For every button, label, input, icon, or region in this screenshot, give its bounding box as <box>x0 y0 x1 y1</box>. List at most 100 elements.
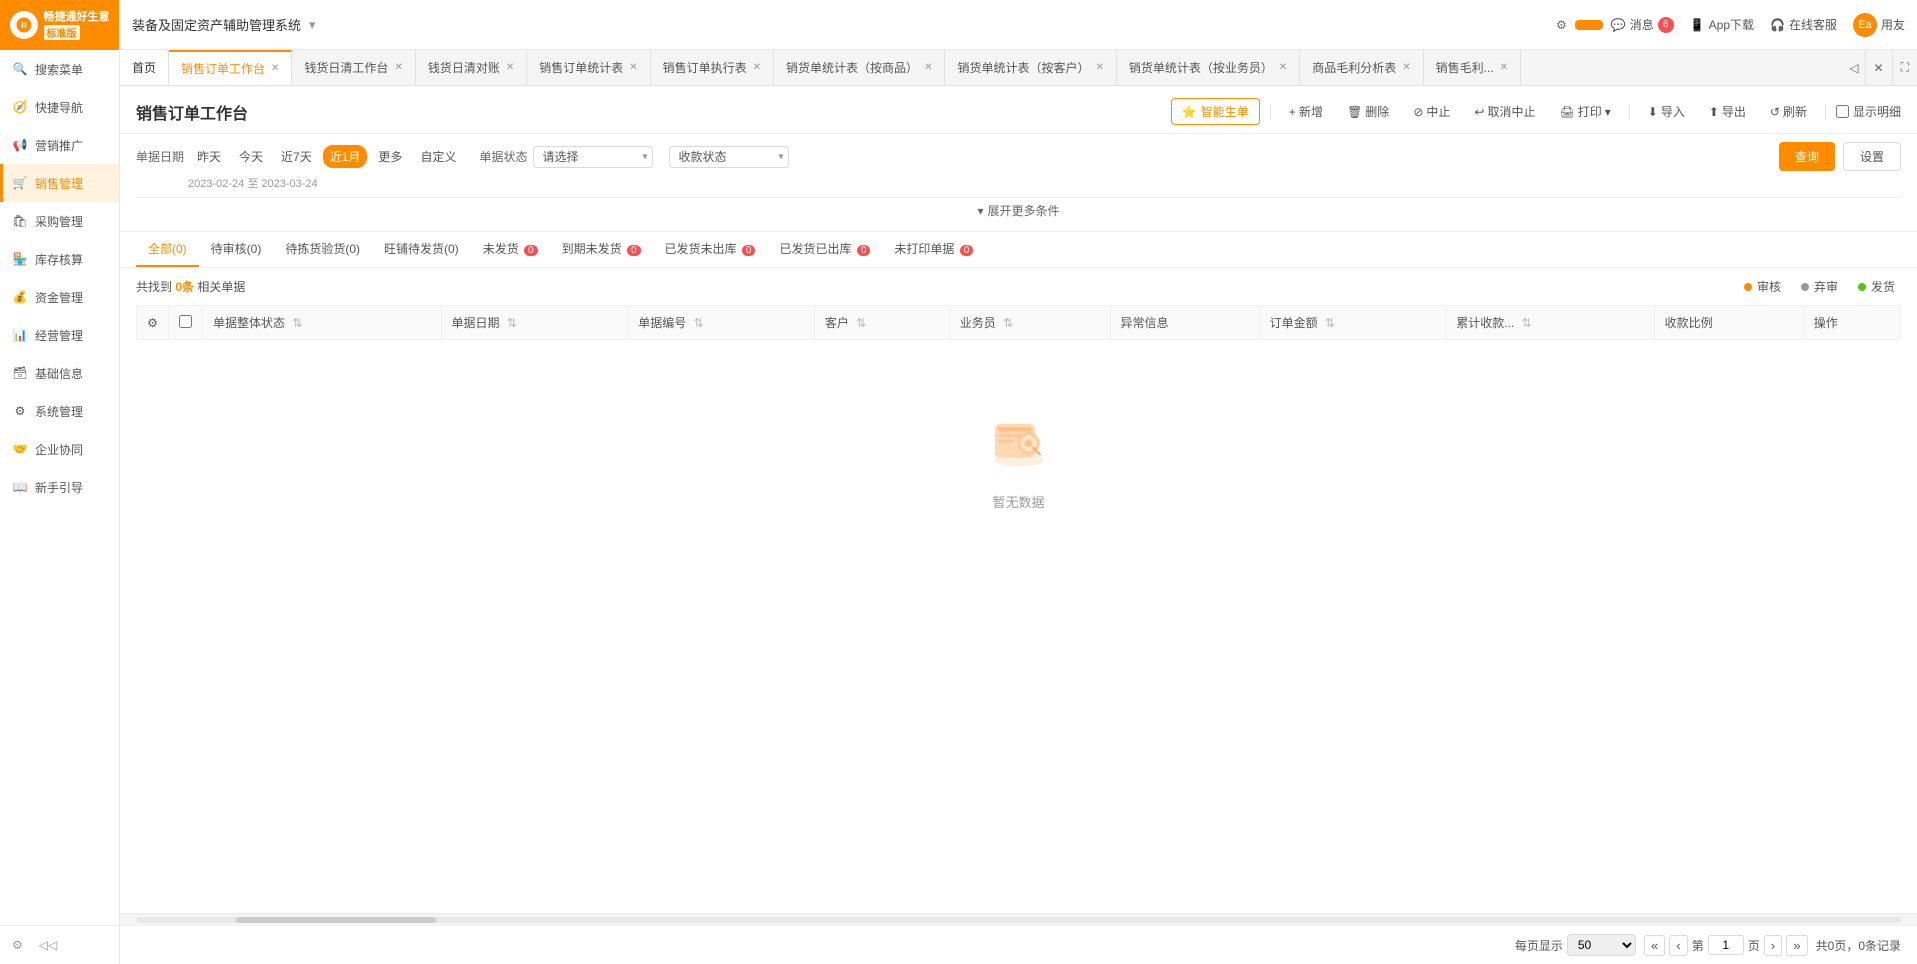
print-btn[interactable]: 🖨 打印 ▾ <box>1551 99 1618 124</box>
page-size-select[interactable]: 50 100 200 <box>1567 934 1636 956</box>
date-btn-custom[interactable]: 自定义 <box>413 145 463 168</box>
tab-sales-stat-close[interactable]: ✕ <box>629 62 637 73</box>
tab-sales-customer-close[interactable]: ✕ <box>1095 62 1103 73</box>
tab-cash-reconcile[interactable]: 钱货日清对账 ✕ <box>416 50 527 86</box>
revoke-btn[interactable]: 弃审 <box>1795 276 1844 297</box>
sub-tab-pending-pick[interactable]: 待拣货验货(0) <box>273 232 372 267</box>
tab-sales-salesman[interactable]: 销货单统计表（按业务员） ✕ <box>1117 50 1300 86</box>
sidebar-settings-btn[interactable]: ⚙ <box>8 934 27 956</box>
tab-sales-exec[interactable]: 销售订单执行表 ✕ <box>651 50 774 86</box>
next-page-btn[interactable]: › <box>1764 935 1782 956</box>
import-btn[interactable]: ⬇ 导入 <box>1640 99 1693 124</box>
sidebar-item-stock[interactable]: 🏪 库存核算 <box>0 240 119 278</box>
sub-tab-wangpu[interactable]: 旺铺待发货(0) <box>372 232 471 267</box>
sidebar-collapse-btn[interactable]: ◁◁ <box>35 934 61 956</box>
sub-tab-shipped-out[interactable]: 已发货已出库 0 <box>767 232 882 267</box>
app-download-btn[interactable]: 📱 App下载 <box>1690 16 1754 33</box>
prev-page-btn[interactable]: ‹ <box>1669 935 1687 956</box>
table-head: ⚙ 单据整体状态 ⇅ 单据日期 ⇅ <box>137 306 1901 340</box>
sidebar-item-sales[interactable]: 🛒 销售管理 <box>0 164 119 202</box>
sidebar-item-search[interactable]: 🔍 搜索菜单 <box>0 50 119 88</box>
col-amount-sort[interactable]: ⇅ <box>1325 316 1335 330</box>
sub-tab-unprinted[interactable]: 未打印单据 0 <box>882 232 985 267</box>
tab-fullscreen-btn[interactable]: ⛶ <box>1892 50 1917 86</box>
date-btn-today[interactable]: 今天 <box>232 145 270 168</box>
new-btn[interactable]: + 新增 <box>1281 99 1331 124</box>
tab-close-all-btn[interactable]: ✕ <box>1865 50 1892 86</box>
message-label: 消息 <box>1630 16 1654 33</box>
sidebar-item-guide[interactable]: 📖 新手引导 <box>0 468 119 506</box>
sidebar-item-stock-label: 库存核算 <box>35 251 83 268</box>
settings-icon[interactable]: ⚙ <box>147 316 158 330</box>
message-btn[interactable]: 💬 消息 6 <box>1611 16 1674 33</box>
tab-sales-product[interactable]: 销货单统计表（按商品） ✕ <box>774 50 945 86</box>
sub-tab-unshipped[interactable]: 未发货 0 <box>471 232 550 267</box>
setting-btn[interactable]: 设置 <box>1843 142 1901 171</box>
sub-tab-shipped-out-label: 已发货已出库 <box>779 242 851 256</box>
topbar-gear-btn[interactable]: ⚙ <box>1556 18 1567 32</box>
date-btn-more[interactable]: 更多 <box>371 145 409 168</box>
tab-sales-profit[interactable]: 销售毛利... ✕ <box>1424 50 1521 86</box>
page-input[interactable] <box>1708 935 1744 955</box>
industry-btn[interactable] <box>1575 20 1603 30</box>
sidebar-item-basic[interactable]: 🗃 基础信息 <box>0 354 119 392</box>
user-btn[interactable]: Ea 用友 <box>1853 13 1905 37</box>
col-date-sort[interactable]: ⇅ <box>507 316 517 330</box>
tab-gross-profit-close[interactable]: ✕ <box>1402 62 1410 73</box>
sidebar-item-finance[interactable]: 💰 资金管理 <box>0 278 119 316</box>
audit-btn[interactable]: 审核 <box>1738 276 1787 297</box>
sidebar-item-purchase[interactable]: 🛍 采购管理 <box>0 202 119 240</box>
col-number-sort[interactable]: ⇅ <box>694 316 704 330</box>
tab-gross-profit[interactable]: 商品毛利分析表 ✕ <box>1300 50 1423 86</box>
show-detail-checkbox[interactable]: 显示明细 <box>1836 103 1901 120</box>
show-detail-input[interactable] <box>1836 105 1849 118</box>
stop-btn[interactable]: ⊘ 中止 <box>1405 99 1458 124</box>
tab-sales-product-close[interactable]: ✕ <box>924 62 932 73</box>
scroll-bar-track[interactable] <box>136 917 1901 923</box>
sidebar-item-cooperation[interactable]: 🤝 企业协同 <box>0 430 119 468</box>
tab-cash-reconcile-close[interactable]: ✕ <box>506 62 514 73</box>
sub-tab-all[interactable]: 全部(0) <box>136 232 199 267</box>
date-btn-yesterday[interactable]: 昨天 <box>190 145 228 168</box>
sidebar-item-management[interactable]: 📊 经营管理 <box>0 316 119 354</box>
tab-sales-salesman-close[interactable]: ✕ <box>1279 62 1287 73</box>
tab-sales-profit-close[interactable]: ✕ <box>1500 62 1508 73</box>
expand-btn[interactable]: ▾ 展开更多条件 <box>977 202 1059 219</box>
payment-select[interactable]: 收款状态 <box>669 146 789 168</box>
tab-home[interactable]: 首页 <box>120 50 169 86</box>
col-salesman-sort[interactable]: ⇅ <box>1003 316 1013 330</box>
tab-sales-customer[interactable]: 销货单统计表（按客户） ✕ <box>945 50 1116 86</box>
col-customer-sort[interactable]: ⇅ <box>856 316 866 330</box>
first-page-btn[interactable]: « <box>1644 935 1665 956</box>
tab-sales-workbench[interactable]: 销售订单工作台 ✕ <box>169 50 292 86</box>
tab-cash-daily-close[interactable]: ✕ <box>394 62 402 73</box>
table-body: 暂无数据 <box>137 340 1901 572</box>
cancel-stop-btn[interactable]: ↩ 取消中止 <box>1466 99 1543 124</box>
date-btn-1month[interactable]: 近1月 <box>323 145 368 168</box>
sidebar-item-nav[interactable]: 🧭 快捷导航 <box>0 88 119 126</box>
export-btn[interactable]: ⬆ 导出 <box>1701 99 1754 124</box>
ship-btn[interactable]: 发货 <box>1852 276 1901 297</box>
refresh-btn[interactable]: ↺ 刷新 <box>1762 99 1815 124</box>
tab-sales-stat[interactable]: 销售订单统计表 ✕ <box>527 50 650 86</box>
tab-cash-daily[interactable]: 钱货日清工作台 ✕ <box>292 50 415 86</box>
sub-tab-overdue[interactable]: 到期未发货 0 <box>550 232 653 267</box>
col-cumul-payment-sort[interactable]: ⇅ <box>1522 316 1532 330</box>
query-btn[interactable]: 查询 <box>1779 142 1835 171</box>
scroll-bar-thumb[interactable] <box>236 917 436 923</box>
sub-tab-shipped-not-out[interactable]: 已发货未出库 0 <box>653 232 768 267</box>
tab-sales-exec-close[interactable]: ✕ <box>753 62 761 73</box>
date-btn-7days[interactable]: 近7天 <box>274 145 319 168</box>
online-service-btn[interactable]: 🎧 在线客服 <box>1770 16 1837 33</box>
smart-btn[interactable]: ⭐ 智能生单 <box>1171 98 1260 125</box>
delete-btn[interactable]: 🗑 删除 <box>1339 99 1397 124</box>
sidebar-item-marketing[interactable]: 📢 营销推广 <box>0 126 119 164</box>
status-select[interactable]: 请选择 <box>533 146 653 168</box>
sub-tab-pending-audit[interactable]: 待审核(0) <box>199 232 274 267</box>
sidebar-item-system[interactable]: ⚙ 系统管理 <box>0 392 119 430</box>
col-status-sort[interactable]: ⇅ <box>292 316 302 330</box>
select-all-checkbox[interactable] <box>179 315 192 328</box>
last-page-btn[interactable]: » <box>1786 935 1807 956</box>
tab-sales-workbench-close[interactable]: ✕ <box>271 63 279 74</box>
tab-prev-btn[interactable]: ◁ <box>1843 50 1864 86</box>
